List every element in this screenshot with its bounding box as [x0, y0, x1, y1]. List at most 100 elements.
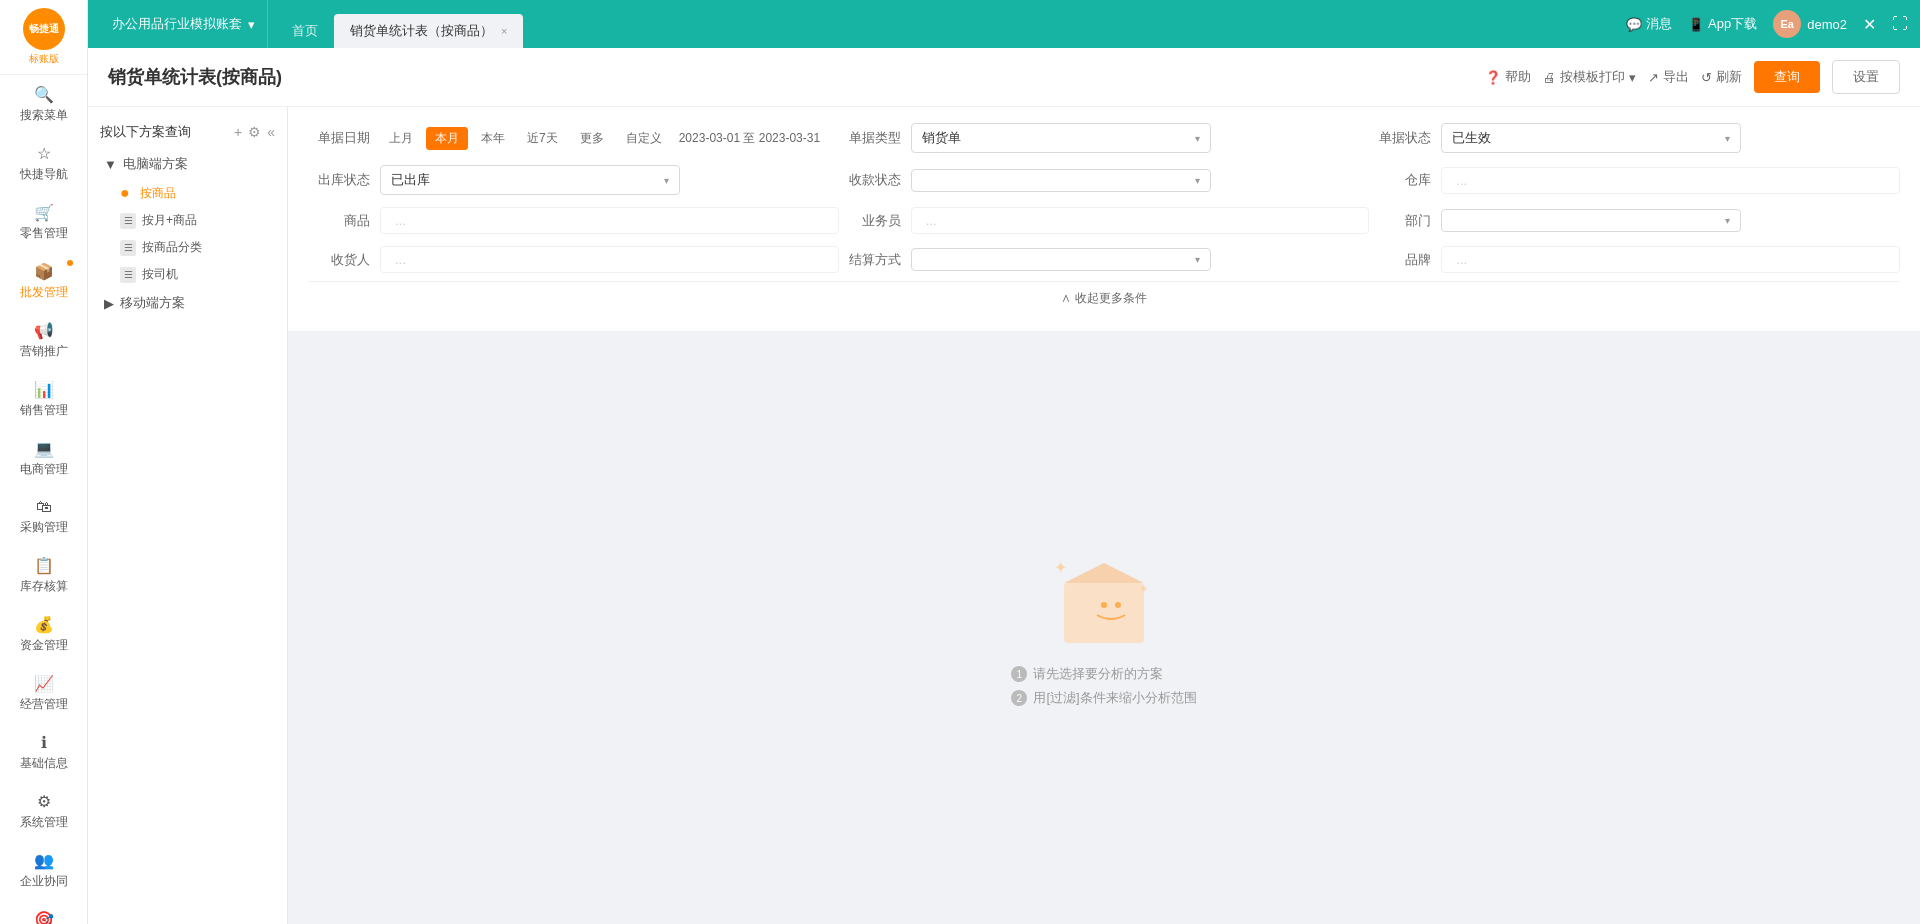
tree-child-by-driver[interactable]: ☰ 按司机: [88, 261, 287, 288]
sidebar-item-search[interactable]: 🔍 搜索菜单: [0, 75, 87, 134]
retail-icon: 🛒: [34, 203, 54, 222]
sidebar: 畅捷通 标账版 🔍 搜索菜单 ☆ 快捷导航 🛒 零售管理 📦 批发管理 📢 营销…: [0, 0, 88, 924]
sidebar-item-wholesale[interactable]: 📦 批发管理: [0, 252, 87, 311]
sidebar-item-operations[interactable]: 📈 经营管理: [0, 664, 87, 723]
sidebar-item-marketing[interactable]: 📢 营销推广: [0, 311, 87, 370]
sidebar-logo[interactable]: 畅捷通 标账版: [0, 0, 87, 75]
docstatus-label: 单据状态: [1369, 129, 1441, 147]
date-tab-thismonth[interactable]: 本月: [426, 127, 468, 150]
recipient-dots[interactable]: ...: [395, 252, 406, 267]
doctype-select[interactable]: 销货单 ▾: [911, 123, 1211, 153]
page-actions: ❓ 帮助 🖨 按模板打印 ▾ ↗ 导出 ↺ 刷新 查询 设置: [1485, 60, 1900, 94]
sidebar-item-ecommerce[interactable]: 💻 电商管理: [0, 429, 87, 488]
tree-child-by-category[interactable]: ☰ 按商品分类: [88, 234, 287, 261]
sidebar-item-basic[interactable]: ℹ 基础信息: [0, 723, 87, 782]
sidebar-item-quicknav[interactable]: ☆ 快捷导航: [0, 134, 87, 193]
hint-num-1: 1: [1011, 666, 1027, 682]
export-btn[interactable]: ↗ 导出: [1648, 68, 1689, 86]
page-header: 销货单统计表(按商品) ❓ 帮助 🖨 按模板打印 ▾ ↗ 导出 ↺ 刷新 查询 …: [88, 48, 1920, 107]
app-label: App下载: [1708, 15, 1757, 33]
print-btn[interactable]: 🖨 按模板打印 ▾: [1543, 68, 1636, 86]
message-label: 消息: [1646, 15, 1672, 33]
refresh-btn[interactable]: ↺ 刷新: [1701, 68, 1742, 86]
sidebar-item-system[interactable]: ⚙ 系统管理: [0, 782, 87, 841]
sidebar-item-collab[interactable]: 👥 企业协同: [0, 841, 87, 900]
filter-warehouse-group: 仓库 ...: [1369, 167, 1900, 194]
date-range-display: 2023-03-01 至 2023-03-31: [679, 130, 820, 147]
logo-text: 标账版: [29, 52, 59, 66]
goods-input[interactable]: ...: [380, 207, 839, 234]
sidebar-item-label: 采购管理: [20, 519, 68, 536]
warehouse-input[interactable]: ...: [1441, 167, 1900, 194]
print-icon: 🖨: [1543, 70, 1556, 85]
salesperson-label: 业务员: [839, 212, 911, 230]
collapse-btn[interactable]: ∧ 收起更多条件: [308, 282, 1900, 315]
sidebar-item-guide[interactable]: 🎯 新手引导: [0, 900, 87, 924]
doctype-value: 销货单: [922, 129, 1189, 147]
tree-folder-desktop[interactable]: ▼ 电脑端方案: [88, 149, 287, 179]
tree-child-by-goods[interactable]: ● 按商品: [88, 179, 287, 207]
close-window-icon[interactable]: ✕: [1863, 15, 1876, 34]
sidebar-item-purchase[interactable]: 🛍 采购管理: [0, 488, 87, 546]
salesperson-dots[interactable]: ...: [926, 213, 937, 228]
date-tab-custom[interactable]: 自定义: [617, 127, 671, 150]
refresh-label: 刷新: [1716, 68, 1742, 86]
salesperson-input[interactable]: ...: [911, 207, 1370, 234]
active-indicator: [67, 260, 73, 266]
sidebar-item-label: 批发管理: [20, 284, 68, 301]
filter-salesperson-group: 业务员 ...: [839, 207, 1370, 234]
query-button[interactable]: 查询: [1754, 61, 1820, 93]
svg-point-3: [1115, 602, 1121, 608]
sidebar-item-inventory[interactable]: 📋 库存核算: [0, 546, 87, 605]
outstatus-select[interactable]: 已出库 ▾: [380, 165, 680, 195]
payment-select[interactable]: ▾: [911, 248, 1211, 271]
date-tab-thisyear[interactable]: 本年: [472, 127, 514, 150]
brand-dots[interactable]: ...: [1456, 252, 1467, 267]
left-panel-title: 按以下方案查询: [100, 123, 191, 141]
recipient-input[interactable]: ...: [380, 246, 839, 273]
sidebar-item-label: 经营管理: [20, 696, 68, 713]
warehouse-dots[interactable]: ...: [1456, 173, 1467, 188]
app-icon: 📱: [1688, 17, 1704, 32]
sidebar-item-sales[interactable]: 📊 销售管理: [0, 370, 87, 429]
tree-folder-mobile[interactable]: ▶ 移动端方案: [88, 288, 287, 318]
filter-recipient-group: 收货人 ...: [308, 246, 839, 273]
docstatus-select[interactable]: 已生效 ▾: [1441, 123, 1741, 153]
topbar-message-btn[interactable]: 💬 消息: [1626, 15, 1672, 33]
dept-select[interactable]: ▾: [1441, 209, 1741, 232]
sidebar-item-retail[interactable]: 🛒 零售管理: [0, 193, 87, 252]
receiptstatus-select[interactable]: ▾: [911, 169, 1211, 192]
receiptstatus-arrow: ▾: [1195, 175, 1200, 186]
industry-selector[interactable]: 办公用品行业模拟账套 ▾: [100, 0, 268, 48]
date-tab-more[interactable]: 更多: [571, 127, 613, 150]
marketing-icon: 📢: [34, 321, 54, 340]
sidebar-item-label: 电商管理: [20, 461, 68, 478]
setting-button[interactable]: 设置: [1832, 60, 1900, 94]
filter-row-3: 商品 ... 业务员 ... 部门: [308, 207, 1900, 234]
settings-scheme-btn[interactable]: ⚙: [248, 124, 261, 140]
tree-child-by-month-goods[interactable]: ☰ 按月+商品: [88, 207, 287, 234]
date-tab-7days[interactable]: 近7天: [518, 127, 567, 150]
content-area: 按以下方案查询 + ⚙ « ▼ 电脑端方案 ● 按商品 ☰: [88, 107, 1920, 924]
topbar-app-btn[interactable]: 📱 App下载: [1688, 15, 1757, 33]
empty-illustration: ✦ ✦: [1034, 543, 1174, 653]
add-scheme-btn[interactable]: +: [234, 124, 242, 140]
brand-input[interactable]: ...: [1441, 246, 1900, 273]
filter-row-1: 单据日期 上月 本月 本年 近7天 更多 自定义 2023-03-01 至 20…: [308, 123, 1900, 153]
sidebar-item-finance[interactable]: 💰 资金管理: [0, 605, 87, 664]
collapse-panel-btn[interactable]: «: [267, 124, 275, 140]
goods-dots[interactable]: ...: [395, 213, 406, 228]
system-icon: ⚙: [37, 792, 51, 811]
print-arrow: ▾: [1629, 70, 1636, 85]
tree-child-label-driver: 按司机: [142, 266, 178, 283]
date-tab-lastmonth[interactable]: 上月: [380, 127, 422, 150]
help-btn[interactable]: ❓ 帮助: [1485, 68, 1531, 86]
tab-close-btn[interactable]: ×: [501, 25, 507, 37]
maximize-icon[interactable]: ⛶: [1892, 15, 1908, 33]
tab-active[interactable]: 销货单统计表（按商品） ×: [334, 14, 523, 48]
left-panel-header: 按以下方案查询 + ⚙ «: [88, 119, 287, 149]
tab-home[interactable]: 首页: [276, 14, 334, 48]
topbar-user[interactable]: Ea demo2: [1773, 10, 1847, 38]
outstatus-value: 已出库: [391, 171, 658, 189]
svg-marker-1: [1064, 563, 1144, 583]
